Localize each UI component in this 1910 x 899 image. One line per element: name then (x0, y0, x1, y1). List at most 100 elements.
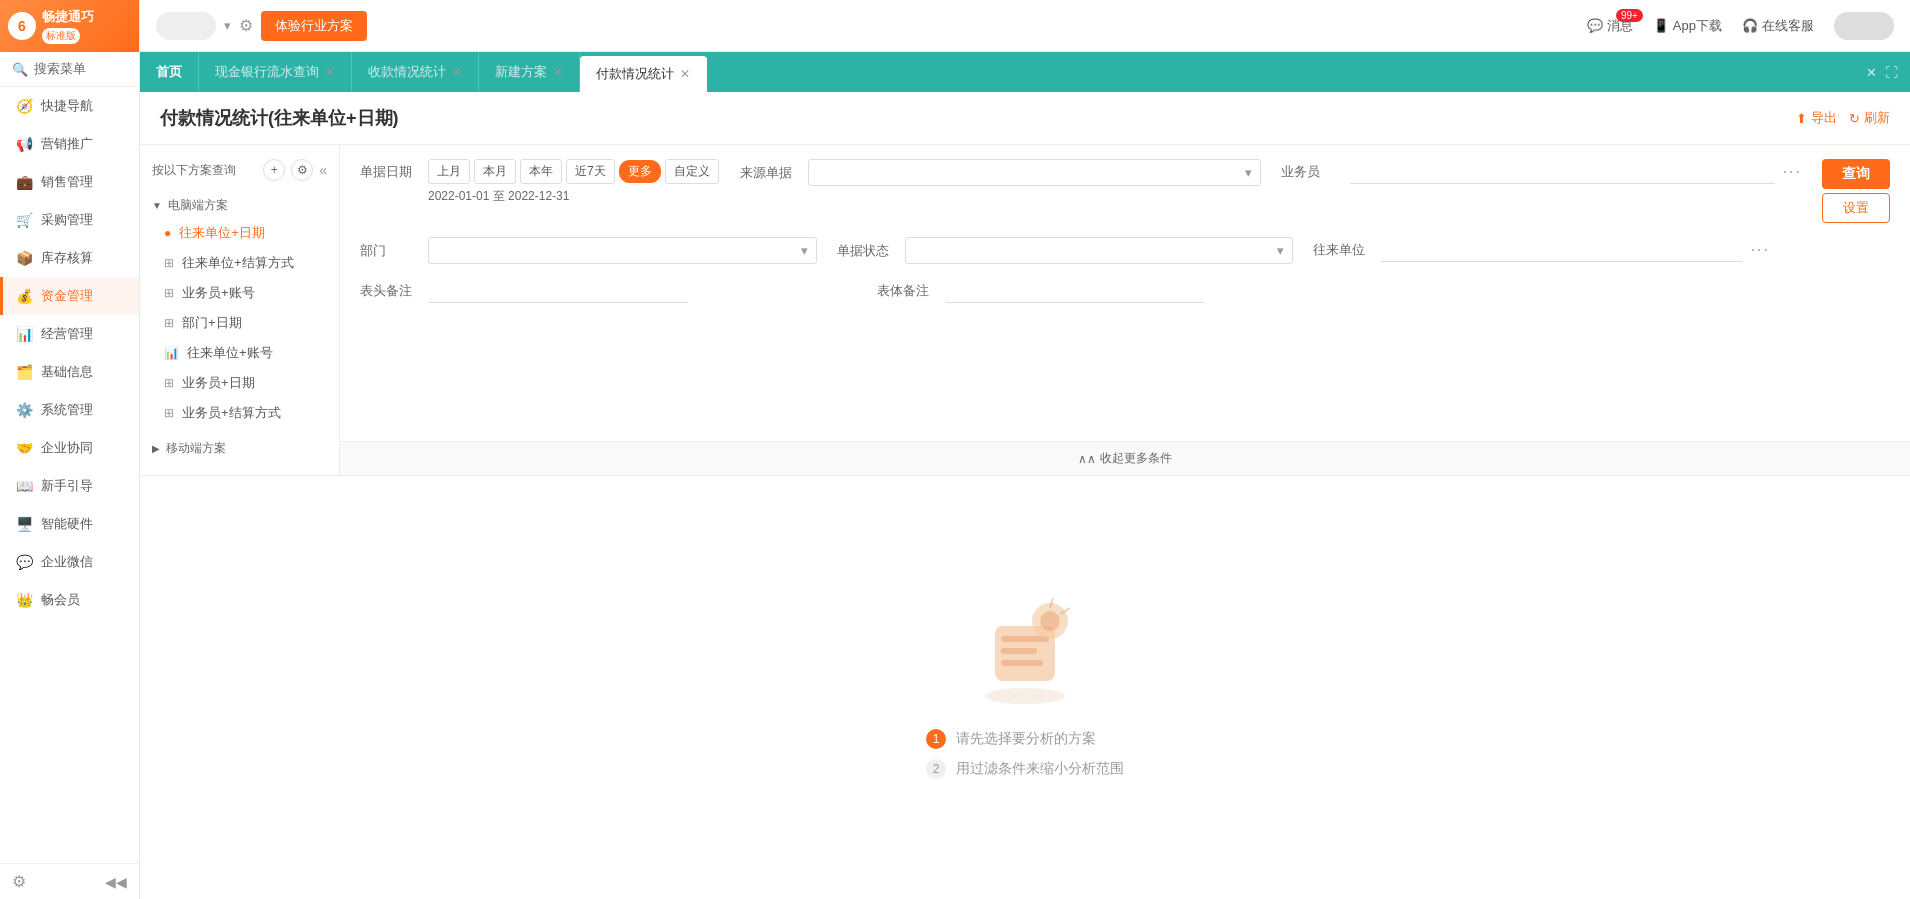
page-title: 付款情况统计(往来单位+日期) (160, 106, 399, 130)
body-note-input[interactable] (945, 278, 1205, 303)
scheme-add-btn[interactable]: + (263, 159, 285, 181)
sidebar-icon-basic-info: 🗂️ (15, 363, 33, 381)
filter-counterpart-group: 往来单位 ··· (1313, 237, 1770, 262)
scheme-item-2[interactable]: ⊞ 业务员+账号 (140, 278, 339, 308)
salesman-more-btn[interactable]: ··· (1783, 163, 1802, 181)
date-btn-custom[interactable]: 自定义 (665, 159, 719, 184)
date-btn-this-month[interactable]: 本月 (474, 159, 516, 184)
salesman-input[interactable] (1349, 159, 1775, 184)
sidebar-icon-operations: 📊 (15, 325, 33, 343)
sidebar-search[interactable]: 🔍 搜索菜单 (0, 52, 139, 87)
sidebar-item-weixin[interactable]: 💬 企业微信 (0, 543, 139, 581)
scheme-item-1[interactable]: ⊞ 往来单位+结算方式 (140, 248, 339, 278)
online-service-item[interactable]: 🎧 在线客服 (1742, 17, 1814, 35)
scheme-item-5[interactable]: ⊞ 业务员+日期 (140, 368, 339, 398)
filter-row-3: 表头备注 表体备注 (360, 278, 1890, 303)
sidebar-item-enterprise[interactable]: 🤝 企业协同 (0, 429, 139, 467)
messages-item[interactable]: 💬 消息 99+ (1587, 17, 1633, 35)
head-note-input[interactable] (428, 278, 688, 303)
scheme-group-desktop-title[interactable]: ▼ 电脑端方案 (140, 193, 339, 218)
sidebar-item-guide[interactable]: 📖 新手引导 (0, 467, 139, 505)
tab-close-bank-flow[interactable]: ✕ (325, 65, 335, 79)
source-select-arrow: ▾ (1245, 165, 1252, 180)
empty-steps: 1 请先选择要分析的方案 2 用过滤条件来缩小分析范围 (926, 729, 1124, 789)
experience-btn[interactable]: 体验行业方案 (261, 11, 367, 41)
sidebar-item-finance[interactable]: 💰 资金管理 (0, 277, 139, 315)
docstatus-select[interactable]: ▾ (905, 237, 1294, 264)
sidebar-item-inventory[interactable]: 📦 库存核算 (0, 239, 139, 277)
tab-payment-stats[interactable]: 付款情况统计 ✕ (580, 56, 707, 92)
date-range-options: 上月 本月 本年 近7天 更多 自定义 (428, 159, 719, 184)
scheme-item-icon-6: ⊞ (164, 406, 174, 420)
scheme-item-4[interactable]: 📊 往来单位+账号 (140, 338, 339, 368)
date-btn-7days[interactable]: 近7天 (566, 159, 615, 184)
svg-rect-4 (1001, 660, 1043, 666)
app-download-icon: 📱 (1653, 18, 1669, 33)
company-dropdown-icon[interactable]: ▾ (224, 18, 231, 33)
svg-point-0 (985, 688, 1065, 704)
collapse-bar[interactable]: ∧∧ 收起更多条件 (340, 441, 1910, 475)
date-btn-last-month[interactable]: 上月 (428, 159, 470, 184)
source-select[interactable]: ▾ (808, 159, 1261, 186)
sidebar-item-member[interactable]: 👑 畅会员 (0, 581, 139, 619)
tab-close-receipt-stats[interactable]: ✕ (452, 65, 462, 79)
filter-settings-button[interactable]: 设置 (1822, 193, 1890, 223)
sidebar-icon-inventory: 📦 (15, 249, 33, 267)
date-range-display: 2022-01-01 至 2022-12-31 (428, 189, 569, 203)
scheme-item-3[interactable]: ⊞ 部门+日期 (140, 308, 339, 338)
tab-new-scheme[interactable]: 新建方案 ✕ (479, 52, 580, 92)
sidebar-item-purchase[interactable]: 🛒 采购管理 (0, 201, 139, 239)
query-button[interactable]: 查询 (1822, 159, 1890, 189)
scheme-item-6[interactable]: ⊞ 业务员+结算方式 (140, 398, 339, 428)
sidebar-icon-marketing: 📢 (15, 135, 33, 153)
sidebar-item-marketing[interactable]: 📢 营销推广 (0, 125, 139, 163)
sidebar-icon-quick-nav: 🧭 (15, 97, 33, 115)
filter-date-group: 单据日期 上月 本月 本年 近7天 更多 自定义 (360, 159, 720, 205)
scheme-settings-btn[interactable]: ⚙ (291, 159, 313, 181)
scheme-group-desktop: ▼ 电脑端方案 ● 往来单位+日期 ⊞ 往来单位+结算方式 (140, 189, 339, 432)
topbar-settings-icon[interactable]: ⚙ (239, 16, 253, 35)
scheme-panel: 按以下方案查询 + ⚙ « ▼ 电脑端方案 (140, 145, 340, 475)
date-btn-this-year[interactable]: 本年 (520, 159, 562, 184)
step-num-1: 1 (926, 729, 946, 749)
service-icon: 🎧 (1742, 18, 1758, 33)
sidebar-nav: 🧭 快捷导航 📢 营销推广 💼 销售管理 🛒 采购管理 📦 库存核算 💰 (0, 87, 139, 863)
sidebar-item-system[interactable]: ⚙️ 系统管理 (0, 391, 139, 429)
app-download-item[interactable]: 📱 App下载 (1653, 17, 1722, 35)
sidebar-footer: ⚙ ◀◀ (0, 863, 139, 899)
counterpart-more-btn[interactable]: ··· (1751, 241, 1770, 259)
scheme-group-mobile: ▶ 移动端方案 (140, 432, 339, 465)
scheme-item-0[interactable]: ● 往来单位+日期 (140, 218, 339, 248)
logo-icon: 6 (8, 12, 36, 40)
counterpart-input[interactable] (1381, 237, 1742, 262)
sidebar-icon-purchase: 🛒 (15, 211, 33, 229)
footer-settings-icon[interactable]: ⚙ (12, 872, 26, 891)
tab-close-new-scheme[interactable]: ✕ (553, 65, 563, 79)
tab-maximize-icon[interactable]: ⛶ (1885, 65, 1898, 80)
tab-receipt-stats[interactable]: 收款情况统计 ✕ (352, 52, 479, 92)
tab-close-all-icon[interactable]: ✕ (1866, 65, 1877, 80)
company-selector[interactable] (156, 12, 216, 40)
scheme-item-icon-2: ⊞ (164, 286, 174, 300)
sidebar-item-sales[interactable]: 💼 销售管理 (0, 163, 139, 201)
content-area: 付款情况统计(往来单位+日期) ⬆ 导出 ↻ 刷新 按 (140, 92, 1910, 899)
tab-home[interactable]: 首页 (140, 52, 199, 92)
footer-collapse-icon[interactable]: ◀◀ (105, 874, 127, 890)
scheme-group-mobile-title[interactable]: ▶ 移动端方案 (140, 436, 339, 461)
sidebar-item-quick-nav[interactable]: 🧭 快捷导航 (0, 87, 139, 125)
tab-bank-flow[interactable]: 现金银行流水查询 ✕ (199, 52, 352, 92)
export-button[interactable]: ⬆ 导出 (1796, 109, 1837, 127)
tab-close-payment-stats[interactable]: ✕ (680, 67, 690, 81)
sidebar: 6 畅捷通巧 标准版 🔍 搜索菜单 🧭 快捷导航 📢 营销推广 💼 销售管理 (0, 0, 140, 899)
user-avatar[interactable] (1834, 12, 1894, 40)
messages-badge: 99+ (1616, 9, 1643, 22)
sidebar-item-operations[interactable]: 📊 经营管理 (0, 315, 139, 353)
sidebar-item-basic-info[interactable]: 🗂️ 基础信息 (0, 353, 139, 391)
dept-select[interactable]: ▾ (428, 237, 817, 264)
date-btn-more[interactable]: 更多 (619, 160, 661, 183)
filter-right: 单据日期 上月 本月 本年 近7天 更多 自定义 (340, 145, 1910, 475)
scheme-collapse-btn[interactable]: « (319, 162, 327, 178)
sidebar-item-hardware[interactable]: 🖥️ 智能硬件 (0, 505, 139, 543)
sidebar-header: 6 畅捷通巧 标准版 (0, 0, 139, 52)
refresh-button[interactable]: ↻ 刷新 (1849, 109, 1890, 127)
